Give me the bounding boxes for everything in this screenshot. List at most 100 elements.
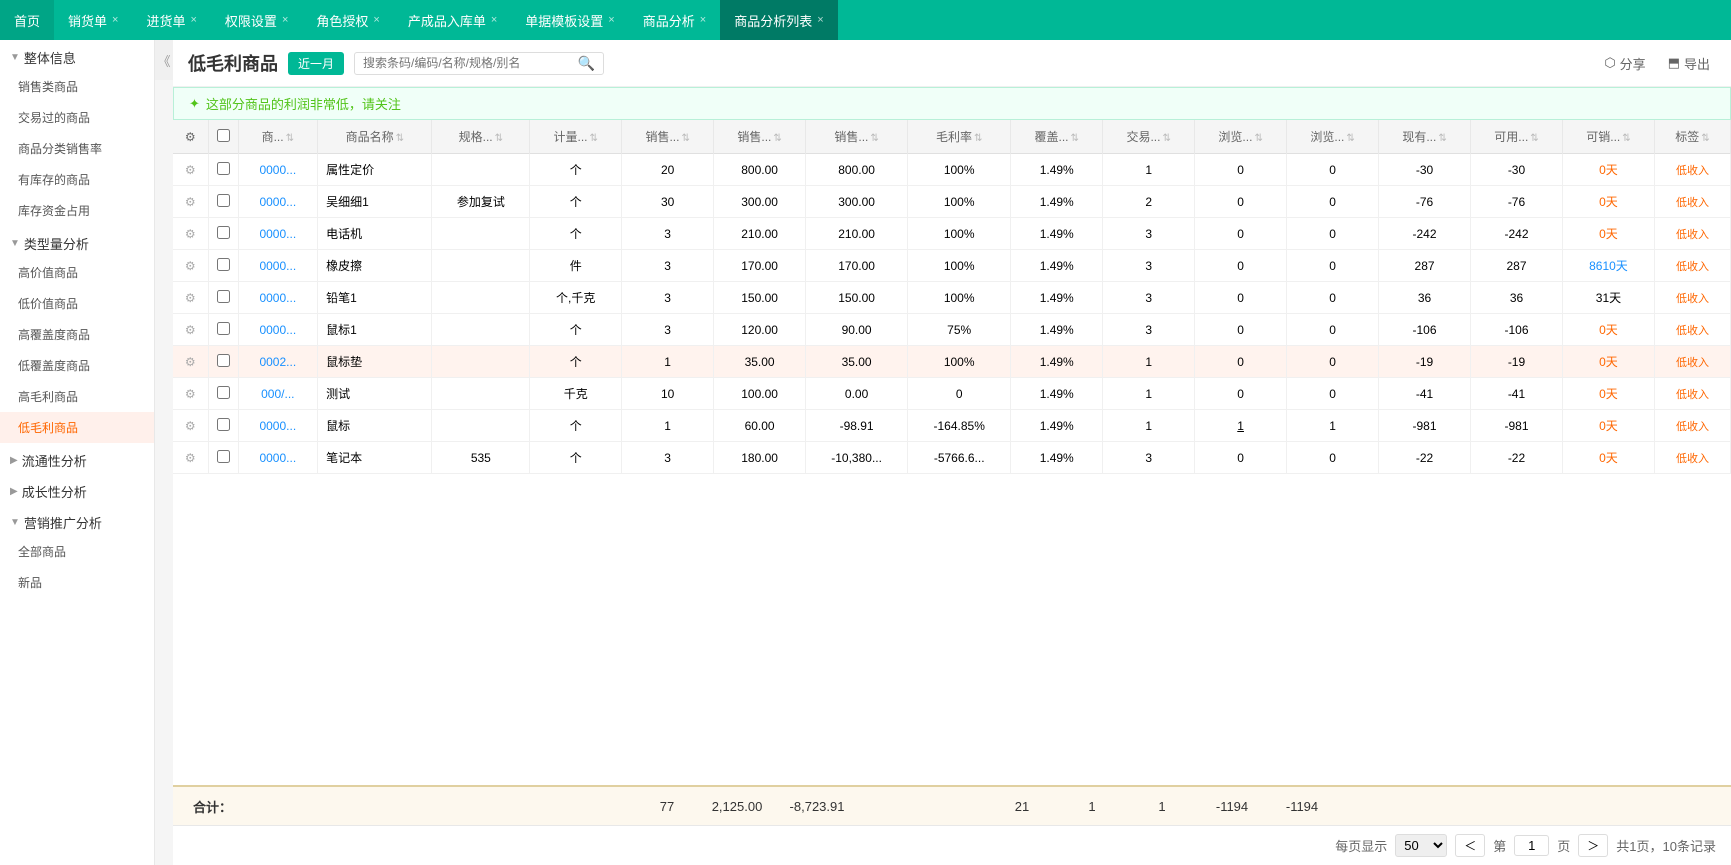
nav-product-analysis-list[interactable]: 商品分析列表 × [720,0,837,40]
select-all-checkbox[interactable] [217,129,230,142]
search-input[interactable] [363,56,578,70]
close-icon[interactable]: × [817,14,823,26]
nav-product-storage[interactable]: 产成品入库单 × [394,0,511,40]
nav-home[interactable]: 首页 [0,0,54,40]
sidebar-collapse-button[interactable]: 《 [155,40,173,80]
sidebar-item-high-margin[interactable]: 高毛利商品 [0,381,154,412]
row-checkbox[interactable] [217,162,230,175]
row-checkbox-cell[interactable] [208,218,238,250]
col-settings[interactable]: ⚙ [173,120,208,154]
col-sales-profit[interactable]: 销售...⇅ [806,120,908,154]
row-checkbox-cell[interactable] [208,346,238,378]
row-checkbox-cell[interactable] [208,282,238,314]
close-icon[interactable]: × [700,14,706,26]
close-icon[interactable]: × [282,14,288,26]
sidebar-group-growth[interactable]: ▶ 成长性分析 [0,474,154,505]
close-icon[interactable]: × [608,14,614,26]
col-views2[interactable]: 浏览...⇅ [1287,120,1379,154]
col-sales-qty[interactable]: 销售...⇅ [622,120,714,154]
col-current-stock[interactable]: 现有...⇅ [1379,120,1471,154]
row-checkbox-cell[interactable] [208,250,238,282]
row-name: 电话机 [318,218,432,250]
sidebar-group-overall[interactable]: ▼ 整体信息 [0,40,154,71]
search-icon[interactable]: 🔍 [578,55,595,72]
col-tag[interactable]: 标签⇅ [1654,120,1730,154]
row-checkbox-cell[interactable] [208,186,238,218]
sidebar-item-low-margin[interactable]: 低毛利商品 [0,412,154,443]
row-settings-icon[interactable]: ⚙ [173,250,208,282]
col-coverage[interactable]: 覆盖...⇅ [1011,120,1103,154]
share-button[interactable]: ⬡ 分享 [1598,51,1651,76]
sidebar-group-type-analysis[interactable]: ▼ 类型量分析 [0,226,154,257]
col-available[interactable]: 可用...⇅ [1471,120,1563,154]
table-container[interactable]: ⚙ 商...⇅ 商品名称⇅ 规格...⇅ 计量...⇅ 销售...⇅ 销售...… [173,120,1731,785]
col-sales-price[interactable]: 销售...⇅ [714,120,806,154]
col-transactions[interactable]: 交易...⇅ [1103,120,1195,154]
sidebar-item-low-coverage[interactable]: 低覆盖度商品 [0,350,154,381]
row-checkbox-cell[interactable] [208,442,238,474]
page-number-input[interactable] [1514,835,1549,856]
row-settings-icon[interactable]: ⚙ [173,410,208,442]
sidebar-item-high-value[interactable]: 高价值商品 [0,257,154,288]
close-icon[interactable]: × [491,14,497,26]
col-saleable[interactable]: 可销...⇅ [1562,120,1654,154]
nav-sales-order[interactable]: 销货单 × [54,0,132,40]
prev-page-button[interactable]: ＜ [1455,834,1485,857]
nav-role-auth[interactable]: 角色授权 × [302,0,393,40]
row-settings-icon[interactable]: ⚙ [173,442,208,474]
sidebar-item-traded-products[interactable]: 交易过的商品 [0,102,154,133]
row-settings-icon[interactable]: ⚙ [173,186,208,218]
sidebar-item-high-coverage[interactable]: 高覆盖度商品 [0,319,154,350]
row-checkbox[interactable] [217,322,230,335]
next-page-button[interactable]: ＞ [1578,834,1608,857]
row-settings-icon[interactable]: ⚙ [173,282,208,314]
nav-product-analysis[interactable]: 商品分析 × [629,0,720,40]
row-checkbox-cell[interactable] [208,314,238,346]
sidebar-item-sales-products[interactable]: 销售类商品 [0,71,154,102]
col-name[interactable]: 商品名称⇅ [318,120,432,154]
row-checkbox[interactable] [217,354,230,367]
col-gross-margin[interactable]: 毛利率⇅ [908,120,1011,154]
row-tag: 低收入 [1654,282,1730,314]
sidebar-item-category-sales-rate[interactable]: 商品分类销售率 [0,133,154,164]
col-unit[interactable]: 计量...⇅ [530,120,622,154]
col-views1[interactable]: 浏览...⇅ [1195,120,1287,154]
row-settings-icon[interactable]: ⚙ [173,378,208,410]
row-checkbox[interactable] [217,290,230,303]
row-checkbox[interactable] [217,226,230,239]
sidebar-item-all-products[interactable]: 全部商品 [0,536,154,567]
row-checkbox[interactable] [217,450,230,463]
col-spec[interactable]: 规格...⇅ [432,120,530,154]
nav-purchase-order[interactable]: 进货单 × [132,0,210,40]
col-checkbox[interactable] [208,120,238,154]
row-settings-icon[interactable]: ⚙ [173,314,208,346]
row-checkbox-cell[interactable] [208,410,238,442]
close-icon[interactable]: × [373,14,379,26]
row-settings-icon[interactable]: ⚙ [173,218,208,250]
per-page-select[interactable]: 50 100 200 [1395,834,1447,857]
row-checkbox[interactable] [217,258,230,271]
row-checkbox-cell[interactable] [208,378,238,410]
sidebar-item-in-stock[interactable]: 有库存的商品 [0,164,154,195]
content-area: 低毛利商品 近一月 🔍 ⬡ 分享 ⬒ 导出 ✦ 这部分商品的利润非常低，请关注 [173,40,1731,865]
row-checkbox-cell[interactable] [208,154,238,186]
col-code[interactable]: 商...⇅ [238,120,318,154]
close-icon[interactable]: × [112,14,118,26]
sidebar-item-capital-usage[interactable]: 库存资金占用 [0,195,154,226]
row-settings-icon[interactable]: ⚙ [173,154,208,186]
period-button[interactable]: 近一月 [288,52,344,75]
row-checkbox[interactable] [217,386,230,399]
export-button[interactable]: ⬒ 导出 [1662,51,1716,76]
row-spec [432,282,530,314]
row-checkbox[interactable] [217,418,230,431]
row-settings-icon[interactable]: ⚙ [173,346,208,378]
sidebar-group-marketing[interactable]: ▼ 营销推广分析 [0,505,154,536]
close-icon[interactable]: × [190,14,196,26]
sidebar-item-low-value[interactable]: 低价值商品 [0,288,154,319]
sidebar-item-new-products[interactable]: 新品 [0,567,154,598]
nav-permission-settings[interactable]: 权限设置 × [211,0,302,40]
row-checkbox[interactable] [217,194,230,207]
sidebar-group-circulation[interactable]: ▶ 流通性分析 [0,443,154,474]
nav-template-settings[interactable]: 单据模板设置 × [511,0,628,40]
row-views1[interactable]: 1 [1195,410,1287,442]
